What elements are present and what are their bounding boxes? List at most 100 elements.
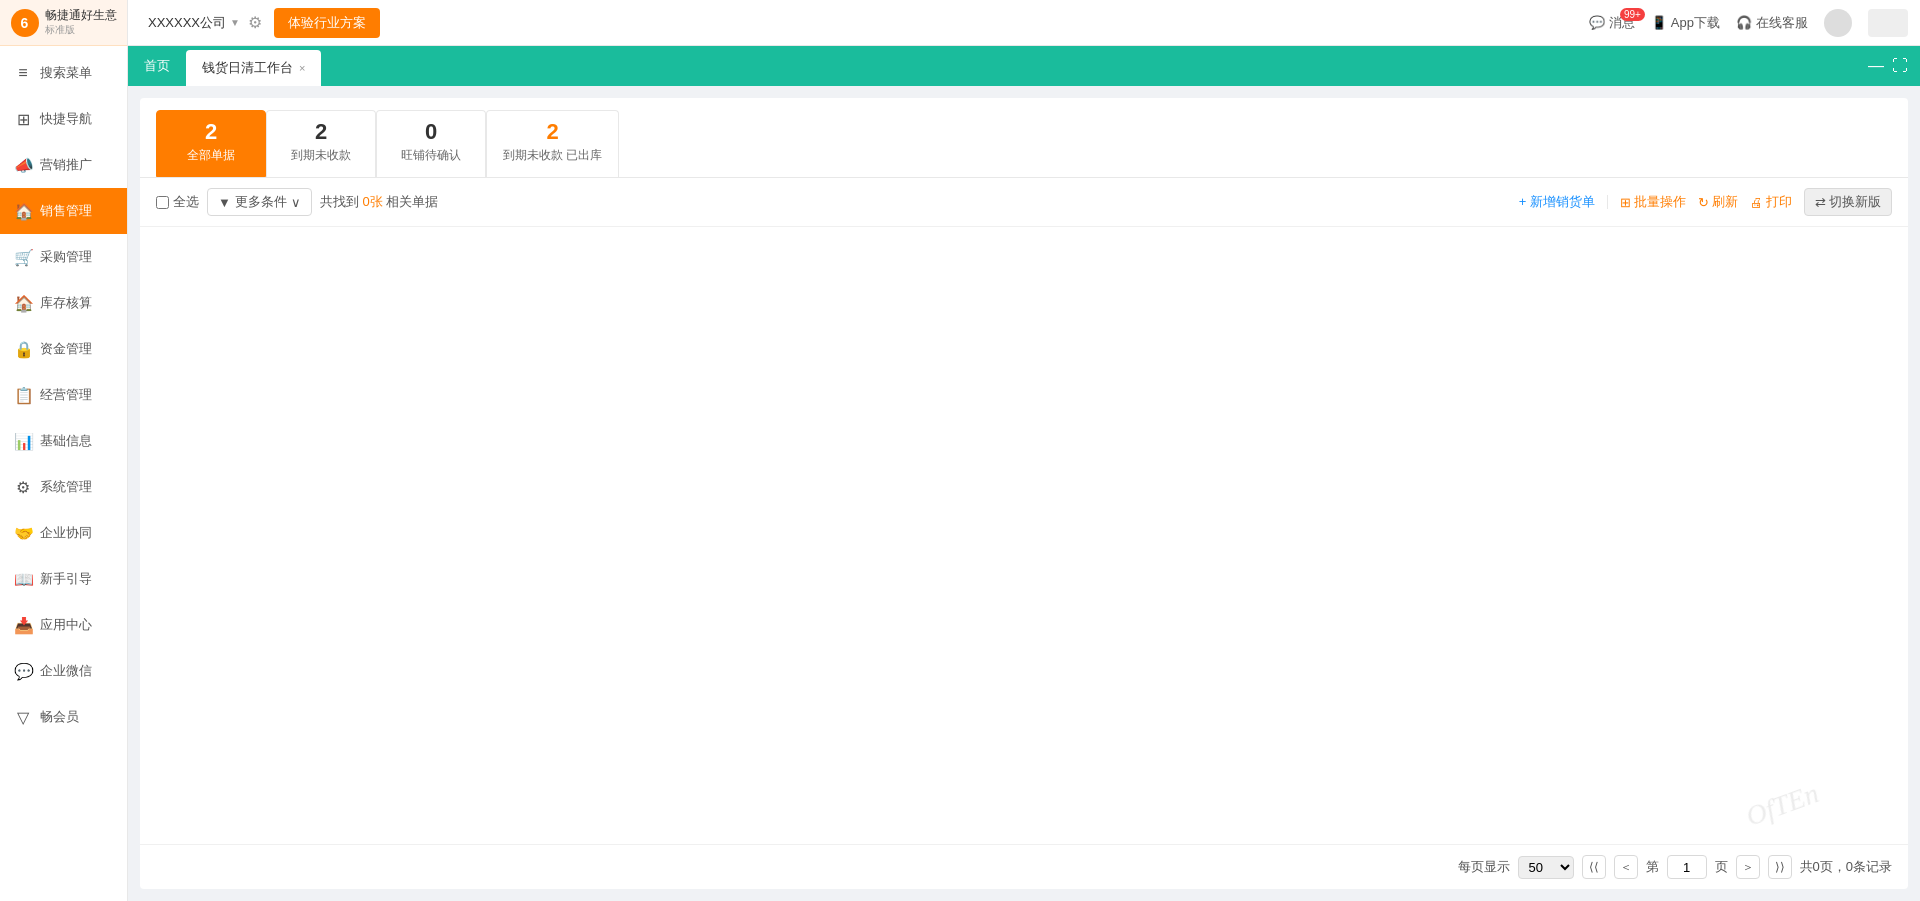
sidebar-label-purchase: 采购管理: [40, 248, 92, 266]
stat-num-pending: 0: [393, 119, 469, 145]
page-label: 第: [1646, 858, 1659, 876]
add-button[interactable]: + 新增销货单: [1519, 193, 1595, 211]
per-page-label: 每页显示: [1458, 858, 1510, 876]
logo-name: 畅捷通好生意: [45, 8, 117, 24]
stat-num-all: 2: [173, 119, 249, 145]
app-download-icon: 📱: [1651, 15, 1667, 30]
company-name: XXXXXX公司: [148, 14, 226, 32]
sidebar-item-member[interactable]: ▽ 畅会员: [0, 694, 127, 740]
trial-button[interactable]: 体验行业方案: [274, 8, 380, 38]
sidebar-item-system[interactable]: ⚙ 系统管理: [0, 464, 127, 510]
quick-nav-icon: ⊞: [14, 110, 32, 129]
online-service-label: 在线客服: [1756, 14, 1808, 32]
tab-minimize-icon[interactable]: —: [1868, 57, 1884, 75]
filter-button[interactable]: ▼ 更多条件 ∨: [207, 188, 312, 216]
divider-1: [1607, 195, 1608, 209]
sidebar-item-wechat[interactable]: 💬 企业微信: [0, 648, 127, 694]
stat-tab-all[interactable]: 2 全部单据: [156, 110, 266, 177]
sidebar-label-marketing: 营销推广: [40, 156, 92, 174]
stat-num-shipped: 2: [503, 119, 602, 145]
sales-icon: 🏠: [14, 202, 32, 221]
online-service-button[interactable]: 🎧 在线客服: [1736, 14, 1808, 32]
app-download-button[interactable]: 📱 App下载: [1651, 14, 1720, 32]
base-icon: 📊: [14, 432, 32, 451]
batch-button[interactable]: ⊞ 批量操作: [1620, 193, 1686, 211]
content-area: 2 全部单据 2 到期未收款 0 旺铺待确认 2 到期未收款 已出库 全选: [140, 98, 1908, 889]
tab-home[interactable]: 首页: [128, 46, 186, 86]
tab-work[interactable]: 钱货日清工作台 ×: [186, 50, 321, 86]
company-selector[interactable]: XXXXXX公司 ▼: [148, 14, 240, 32]
sidebar-item-sales[interactable]: 🏠 销售管理: [0, 188, 127, 234]
sidebar-item-appstore[interactable]: 📥 应用中心: [0, 602, 127, 648]
member-icon: ▽: [14, 708, 32, 727]
batch-icon: ⊞: [1620, 195, 1631, 210]
tab-home-label: 首页: [144, 57, 170, 75]
sidebar-item-search[interactable]: ≡ 搜索菜单: [0, 50, 127, 96]
sidebar-label-guide: 新手引导: [40, 570, 92, 588]
switch-button[interactable]: ⇄ 切换新版: [1804, 188, 1892, 216]
first-page-button[interactable]: ⟨⟨: [1582, 855, 1606, 879]
toolbar: 全选 ▼ 更多条件 ∨ 共找到 0张 相关单据 + 新增销货单 ⊞ 批: [140, 178, 1908, 227]
footer-bar: 每页显示 50 100 200 ⟨⟨ ＜ 第 页 ＞ ⟩⟩ 共0页，0条记录: [140, 844, 1908, 889]
refresh-button[interactable]: ↻ 刷新: [1698, 193, 1738, 211]
prev-page-button[interactable]: ＜: [1614, 855, 1638, 879]
page-suffix: 页: [1715, 858, 1728, 876]
select-all-checkbox[interactable]: [156, 196, 169, 209]
system-icon: ⚙: [14, 478, 32, 497]
sidebar-item-inventory[interactable]: 🏠 库存核算: [0, 280, 127, 326]
sidebar-logo: 6 畅捷通好生意 标准版: [0, 0, 127, 46]
page-input[interactable]: [1667, 855, 1707, 879]
user-name[interactable]: [1868, 9, 1908, 37]
batch-label: 批量操作: [1634, 193, 1686, 211]
sidebar-nav: ≡ 搜索菜单 ⊞ 快捷导航 📣 营销推广 🏠 销售管理 🛒 采购管理 🏠 库存核…: [0, 46, 127, 901]
sidebar-label-wechat: 企业微信: [40, 662, 92, 680]
sidebar-label-sales: 销售管理: [40, 202, 92, 220]
print-button[interactable]: 🖨 打印: [1750, 193, 1792, 211]
print-label: 打印: [1766, 193, 1792, 211]
toolbar-right: + 新增销货单 ⊞ 批量操作 ↻ 刷新 🖨 打印 ⇄ 切换新版: [1519, 188, 1892, 216]
message-badge: 99+: [1620, 8, 1645, 21]
sidebar-label-nav: 快捷导航: [40, 110, 92, 128]
service-icon: 🎧: [1736, 15, 1752, 30]
select-all-text: 全选: [173, 193, 199, 211]
sidebar-item-nav[interactable]: ⊞ 快捷导航: [0, 96, 127, 142]
stat-label-shipped: 到期未收款 已出库: [503, 147, 602, 164]
switch-label: 切换新版: [1829, 193, 1881, 211]
stat-tab-pending[interactable]: 0 旺铺待确认: [376, 110, 486, 177]
sidebar-item-purchase[interactable]: 🛒 采购管理: [0, 234, 127, 280]
toolbar-left: 全选 ▼ 更多条件 ∨ 共找到 0张 相关单据: [156, 188, 438, 216]
sidebar-item-operations[interactable]: 📋 经营管理: [0, 372, 127, 418]
logo-icon: 6: [11, 9, 39, 37]
stat-label-all: 全部单据: [173, 147, 249, 164]
tab-close-icon[interactable]: ×: [299, 62, 305, 74]
stat-tab-shipped[interactable]: 2 到期未收款 已出库: [486, 110, 619, 177]
sidebar-label-member: 畅会员: [40, 708, 79, 726]
sidebar-item-base[interactable]: 📊 基础信息: [0, 418, 127, 464]
appstore-icon: 📥: [14, 616, 32, 635]
next-page-button[interactable]: ＞: [1736, 855, 1760, 879]
sidebar-item-marketing[interactable]: 📣 营销推广: [0, 142, 127, 188]
sidebar-label-appstore: 应用中心: [40, 616, 92, 634]
last-page-button[interactable]: ⟩⟩: [1768, 855, 1792, 879]
operations-icon: 📋: [14, 386, 32, 405]
sidebar-label-system: 系统管理: [40, 478, 92, 496]
sidebar-item-guide[interactable]: 📖 新手引导: [0, 556, 127, 602]
sidebar-item-finance[interactable]: 🔒 资金管理: [0, 326, 127, 372]
app-download-label: App下载: [1671, 14, 1720, 32]
switch-icon: ⇄: [1815, 195, 1826, 210]
settings-icon[interactable]: ⚙: [248, 13, 262, 32]
sidebar-item-enterprise[interactable]: 🤝 企业协同: [0, 510, 127, 556]
stat-label-pending: 旺铺待确认: [393, 147, 469, 164]
refresh-icon: ↻: [1698, 195, 1709, 210]
select-all-label[interactable]: 全选: [156, 193, 199, 211]
per-page-select[interactable]: 50 100 200: [1518, 856, 1574, 879]
stat-tab-overdue[interactable]: 2 到期未收款: [266, 110, 376, 177]
message-button[interactable]: 💬 消息 99+: [1589, 14, 1635, 32]
filter-label: 更多条件: [235, 193, 287, 211]
purchase-icon: 🛒: [14, 248, 32, 267]
sidebar: 6 畅捷通好生意 标准版 ≡ 搜索菜单 ⊞ 快捷导航 📣 营销推广 🏠 销售管理…: [0, 0, 128, 901]
tab-maximize-icon[interactable]: ⛶: [1892, 57, 1908, 75]
tab-work-label: 钱货日清工作台: [202, 59, 293, 77]
found-text: 共找到 0张 相关单据: [320, 193, 438, 211]
avatar[interactable]: [1824, 9, 1852, 37]
